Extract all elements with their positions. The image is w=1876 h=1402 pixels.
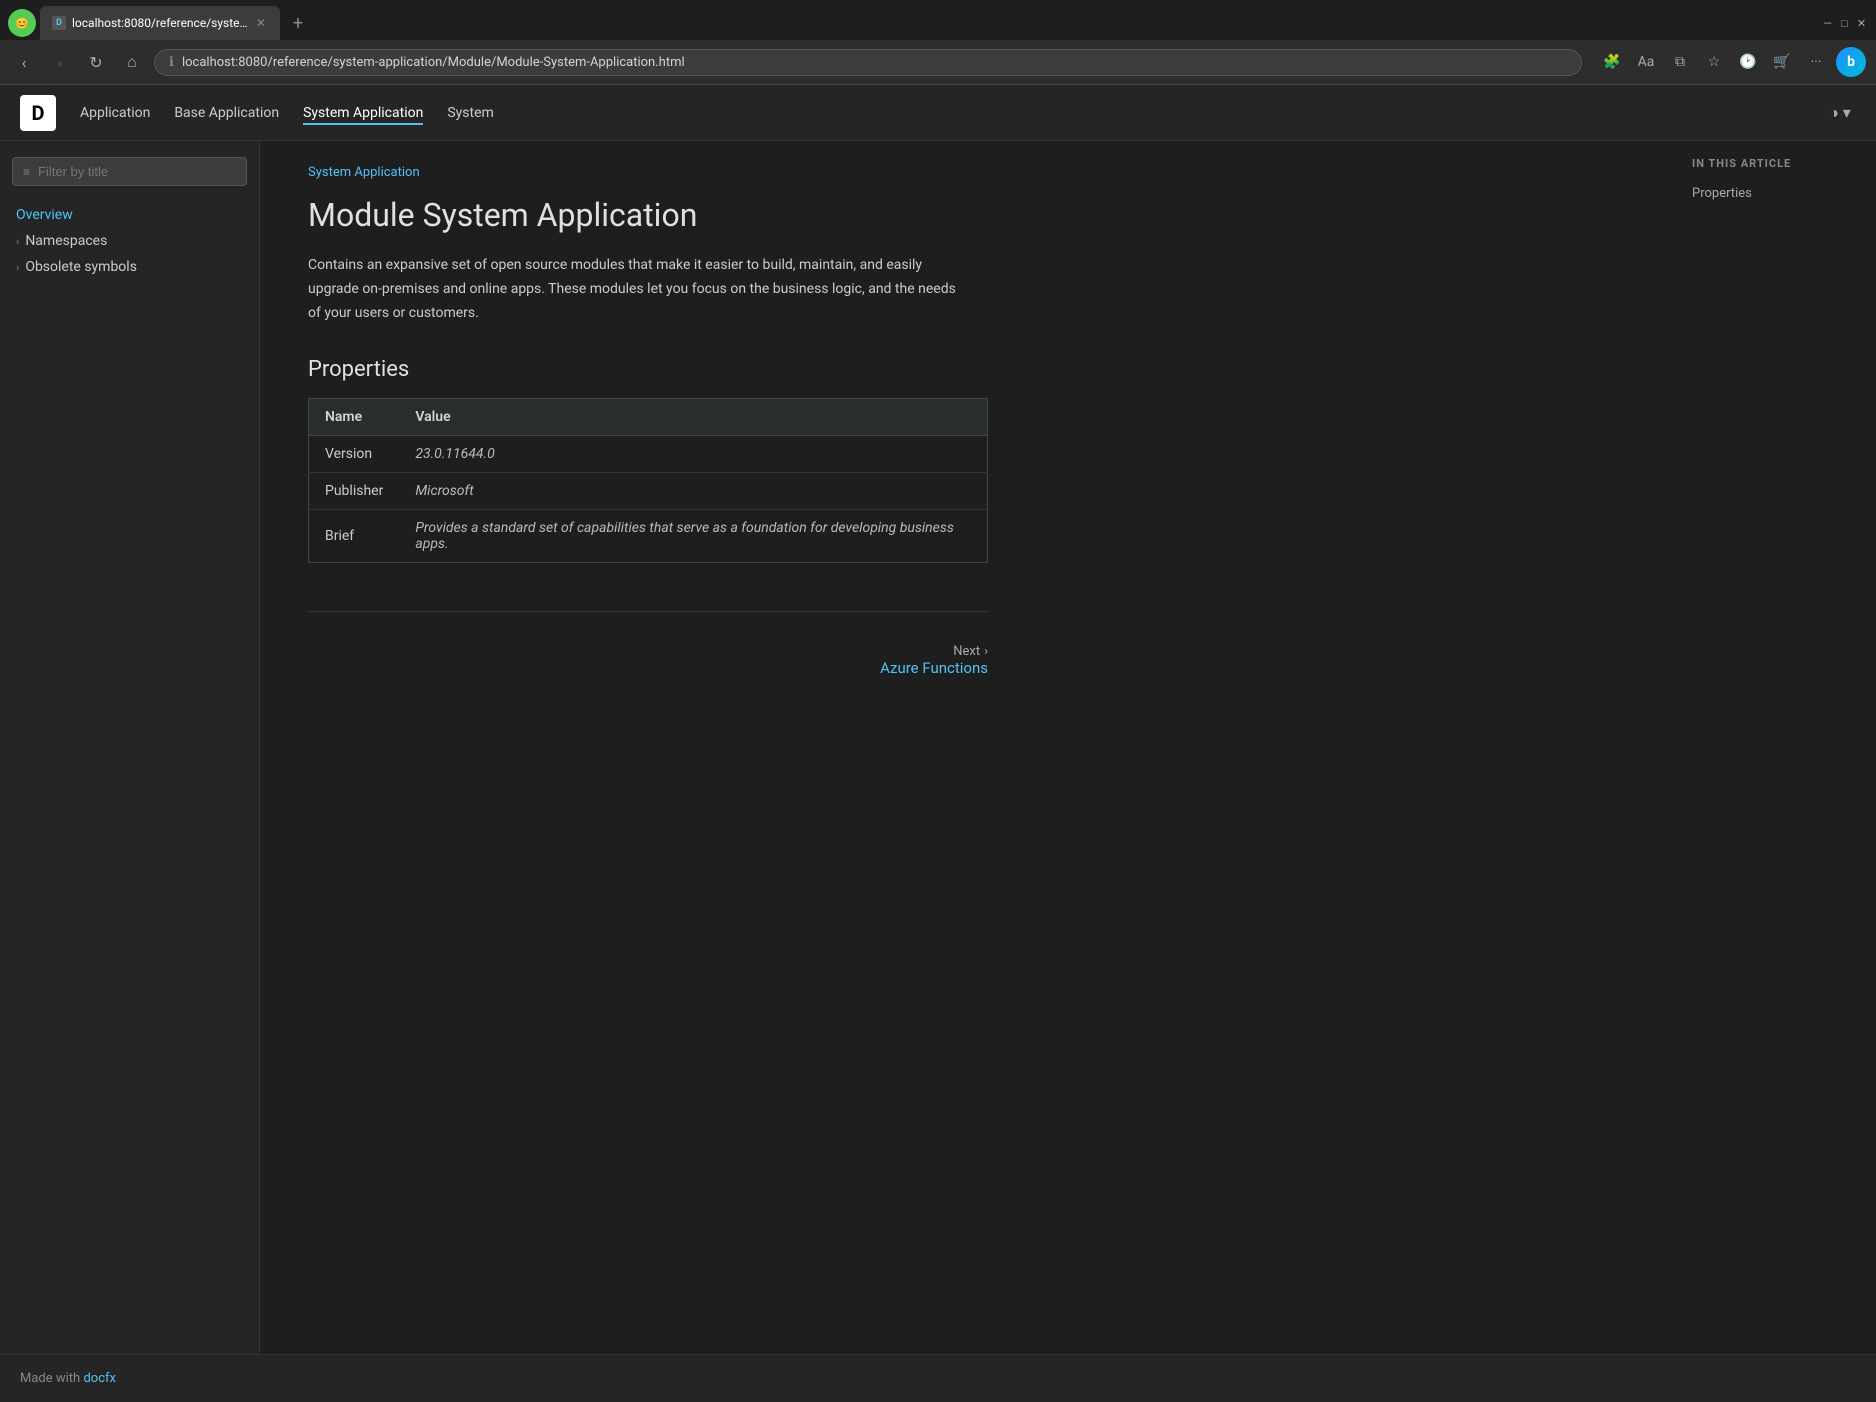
next-navigation: Next › Azure Functions (308, 644, 988, 677)
close-window-button[interactable]: ✕ (1855, 17, 1868, 30)
new-tab-button[interactable]: + (284, 9, 312, 37)
breadcrumb[interactable]: System Application (308, 165, 1628, 180)
tab-bar-left: 😊 D localhost:8080/reference/syste... ✕ … (8, 6, 312, 40)
tab-bar: 😊 D localhost:8080/reference/syste... ✕ … (0, 0, 1876, 40)
extensions-button[interactable]: 🧩 (1598, 48, 1626, 76)
sidebar-obsolete-label: Obsolete symbols (25, 259, 137, 275)
table-cell-brief-value: Provides a standard set of capabilities … (399, 510, 987, 563)
table-cell-brief-name: Brief (309, 510, 400, 563)
table-cell-publisher-name: Publisher (309, 473, 400, 510)
toc-panel: IN THIS ARTICLE Properties (1676, 141, 1876, 1354)
active-tab[interactable]: D localhost:8080/reference/syste... ✕ (40, 6, 280, 40)
copilot-button[interactable]: b (1836, 47, 1866, 77)
table-cell-version-value: 23.0.11644.0 (399, 436, 987, 473)
table-row: Version 23.0.11644.0 (309, 436, 988, 473)
sidebar-namespaces-label: Namespaces (25, 233, 107, 249)
maximize-button[interactable]: □ (1838, 17, 1851, 30)
copilot-history-button[interactable]: 🕑 (1734, 48, 1762, 76)
sidebar-overview-label: Overview (16, 207, 73, 223)
docs-footer: Made with docfx (0, 1354, 1876, 1402)
filter-icon: ≡ (23, 165, 30, 179)
nav-link-system-application[interactable]: System Application (303, 101, 423, 125)
nav-link-application[interactable]: Application (80, 101, 150, 125)
page-title: Module System Application (308, 196, 1628, 234)
docs-nav: D Application Base Application System Ap… (0, 85, 1876, 141)
tab-close-button[interactable]: ✕ (254, 14, 268, 32)
tab-favicon: D (52, 16, 66, 30)
next-chevron-icon: › (984, 644, 988, 659)
page-description: Contains an expansive set of open source… (308, 254, 968, 325)
reload-button[interactable]: ↻ (82, 48, 110, 76)
favorites-button[interactable]: ☆ (1700, 48, 1728, 76)
address-bar[interactable]: ℹ localhost:8080/reference/system-applic… (154, 49, 1582, 76)
profile-button[interactable]: 😊 (8, 9, 36, 37)
profile-icon: 😊 (15, 17, 29, 30)
chevron-right-icon-2: › (16, 261, 19, 274)
table-header-name: Name (309, 399, 400, 436)
nav-link-base-application[interactable]: Base Application (174, 101, 279, 125)
table-header-value: Value (399, 399, 987, 436)
sidebar-item-obsolete[interactable]: › Obsolete symbols (0, 254, 259, 280)
properties-section-title: Properties (308, 357, 1628, 382)
theme-toggle-button[interactable]: ◑ ▾ (1824, 97, 1856, 129)
toc-item-properties[interactable]: Properties (1692, 182, 1860, 205)
url-text: localhost:8080/reference/system-applicat… (182, 55, 1567, 70)
forward-button[interactable]: › (46, 48, 74, 76)
shopping-button[interactable]: 🛒 (1768, 48, 1796, 76)
more-button[interactable]: ··· (1802, 48, 1830, 76)
footer-text: Made with (20, 1371, 83, 1386)
reading-view-button[interactable]: Aa (1632, 48, 1660, 76)
address-bar-row: ‹ › ↻ ⌂ ℹ localhost:8080/reference/syste… (0, 40, 1876, 84)
table-cell-publisher-value: Microsoft (399, 473, 987, 510)
chevron-right-icon: › (16, 235, 19, 248)
toc-title: IN THIS ARTICLE (1692, 157, 1860, 170)
nav-right: ◑ ▾ (1824, 97, 1856, 129)
split-screen-button[interactable]: ⧉ (1666, 48, 1694, 76)
sidebar-item-overview[interactable]: Overview (0, 202, 259, 228)
properties-table: Name Value Version 23.0.11644.0 Publishe… (308, 398, 988, 563)
next-link[interactable]: Azure Functions (880, 659, 988, 677)
minimize-button[interactable]: — (1821, 17, 1834, 30)
docs-logo: D (20, 95, 56, 131)
browser-chrome: 😊 D localhost:8080/reference/syste... ✕ … (0, 0, 1876, 85)
home-button[interactable]: ⌂ (118, 48, 146, 76)
window-controls: — □ ✕ (1821, 17, 1868, 30)
toolbar-icons: 🧩 Aa ⧉ ☆ 🕑 🛒 ··· b (1598, 47, 1866, 77)
sidebar-item-namespaces[interactable]: › Namespaces (0, 228, 259, 254)
security-icon: ℹ (169, 55, 174, 70)
table-row: Brief Provides a standard set of capabil… (309, 510, 988, 563)
sidebar: ≡ Overview › Namespaces › Obsolete symbo… (0, 141, 260, 1354)
next-label: Next › (953, 644, 988, 659)
table-row: Publisher Microsoft (309, 473, 988, 510)
main-content: System Application Module System Applica… (260, 141, 1676, 1354)
page-divider (308, 611, 988, 612)
docfx-link[interactable]: docfx (83, 1371, 116, 1386)
filter-input[interactable] (38, 164, 236, 179)
sidebar-filter[interactable]: ≡ (12, 157, 247, 186)
tab-title: localhost:8080/reference/syste... (72, 16, 248, 30)
docs-body: ≡ Overview › Namespaces › Obsolete symbo… (0, 141, 1876, 1354)
back-button[interactable]: ‹ (10, 48, 38, 76)
nav-link-system[interactable]: System (447, 101, 493, 125)
table-cell-version-name: Version (309, 436, 400, 473)
docs-app: D Application Base Application System Ap… (0, 85, 1876, 1402)
